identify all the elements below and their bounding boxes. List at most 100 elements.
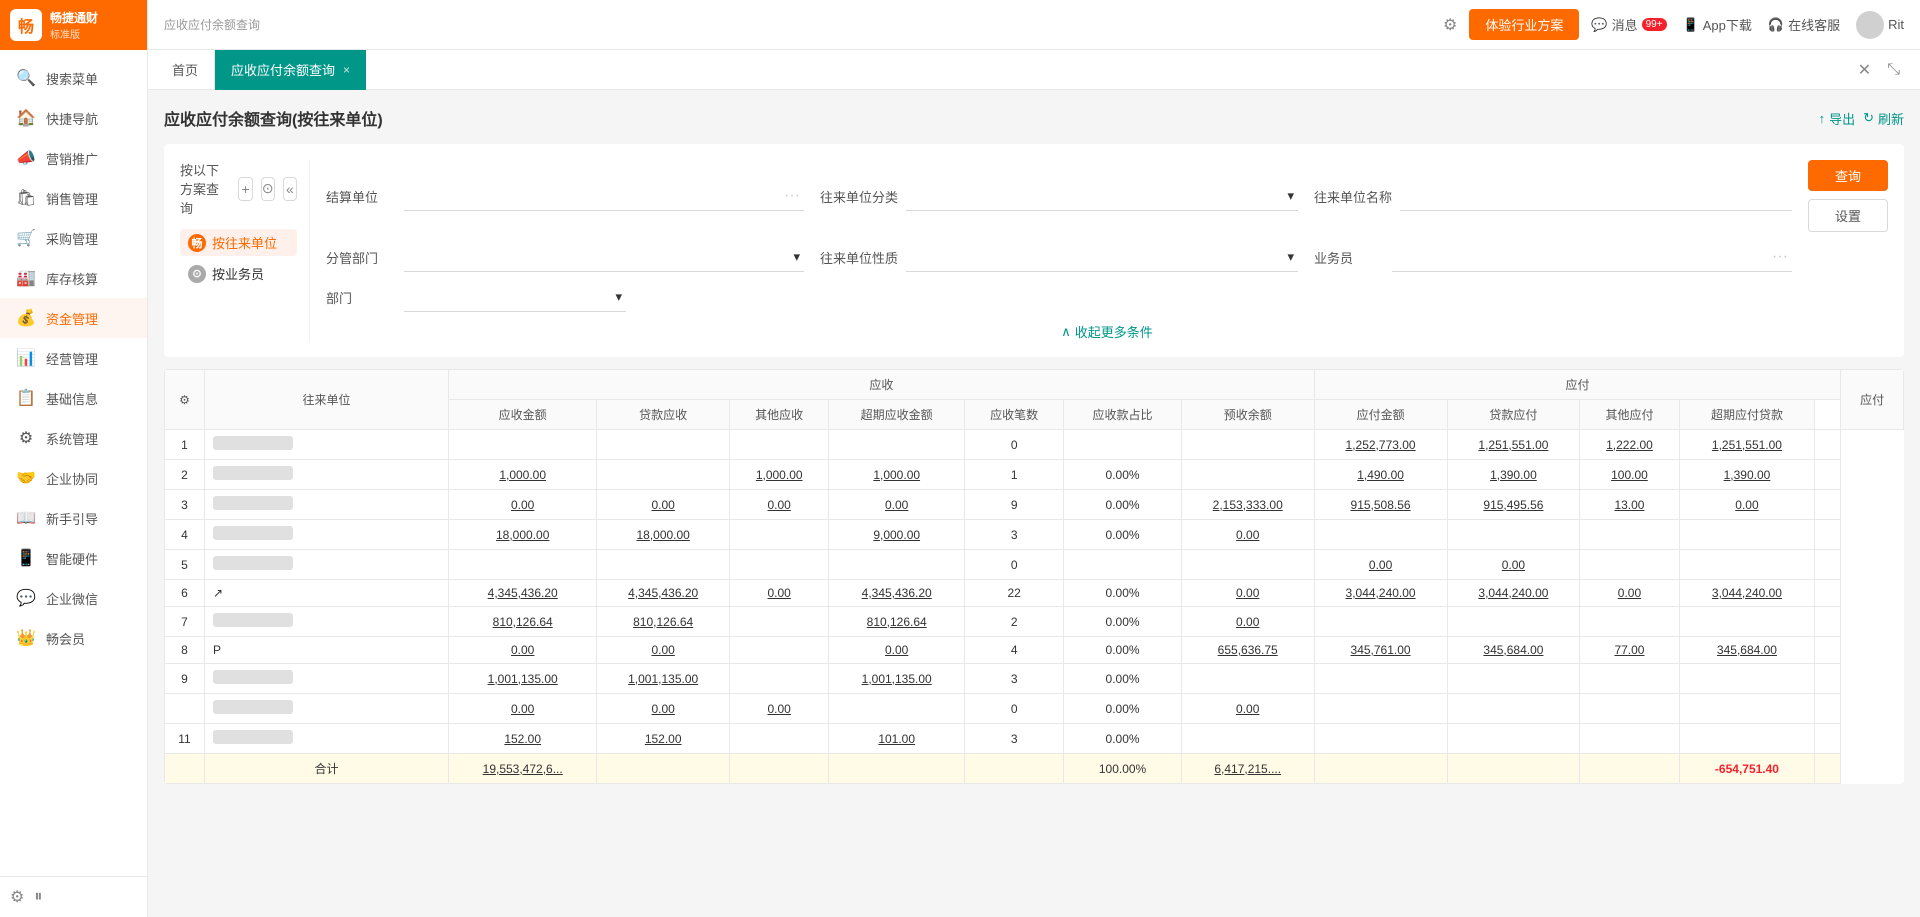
refresh-button[interactable]: ↻ 刷新	[1863, 109, 1904, 128]
total-recv-count	[965, 754, 1064, 784]
add-schema-button[interactable]: +	[238, 177, 252, 201]
total-row: 合计 19,553,472,6... 100.00% 6,417,215....	[165, 754, 1904, 784]
total-recv-overdue	[829, 754, 965, 784]
wechat-icon: 💬	[16, 588, 36, 608]
sidebar-item-vip[interactable]: 👑 畅会员	[0, 618, 147, 658]
total-pay-overdue: -654,751.40	[1679, 754, 1815, 784]
sidebar-item-basic[interactable]: 📋 基础信息	[0, 378, 147, 418]
filter-dept: 部门 ▾	[326, 282, 626, 312]
col-pay-remain: 应付	[1841, 370, 1904, 430]
schema-collapse-button[interactable]: «	[283, 177, 297, 201]
header-breadcrumb: 应收应付余额查询	[164, 16, 1431, 33]
total-prepay-balance[interactable]: 6,417,215....	[1181, 754, 1314, 784]
gear-icon[interactable]: ⚙	[1443, 15, 1457, 35]
settlement-dots-icon: ···	[784, 187, 800, 205]
filter-toolbar: 按以下方案查询 + ⊙ «	[180, 160, 297, 217]
page-title: 应收应付余额查询(按往来单位)	[164, 106, 383, 130]
total-pay-loan	[1447, 754, 1580, 784]
sidebar-item-finance[interactable]: 💰 资金管理	[0, 298, 147, 338]
collapse-sidebar-icon[interactable]: ⏸	[34, 888, 42, 906]
sidebar-item-purchase[interactable]: 🛒 采购管理	[0, 218, 147, 258]
user-avatar-button[interactable]: Rit	[1856, 11, 1904, 39]
query-button[interactable]: 查询	[1808, 160, 1888, 191]
chevron-down-icon: ▾	[1287, 188, 1294, 204]
tab-active[interactable]: 应收应付余额查询 ×	[215, 50, 366, 90]
total-recv-ratio: 100.00%	[1064, 754, 1182, 784]
schema-by-salesperson[interactable]: ⊙ 按业务员	[180, 260, 297, 287]
export-icon: ↑	[1819, 111, 1826, 126]
filter-dept-manage: 分管部门 ▾	[326, 242, 804, 272]
table-row: 418,000.0018,000.009,000.0030.00%0.00	[165, 520, 1904, 550]
sidebar-item-nav[interactable]: 🏠 快捷导航	[0, 98, 147, 138]
tab-home[interactable]: 首页	[156, 50, 215, 90]
dept-select[interactable]: ▾	[404, 282, 626, 312]
tab-close-icon[interactable]: ×	[343, 63, 350, 77]
sidebar-item-search[interactable]: 🔍 搜索菜单	[0, 58, 147, 98]
partner-cell	[205, 490, 449, 520]
total-recv-amount[interactable]: 19,553,472,6...	[449, 754, 597, 784]
sidebar-bottom: ⚙ ⏸	[0, 876, 147, 917]
partner-cell	[205, 520, 449, 550]
sidebar-item-marketing[interactable]: 📣 营销推广	[0, 138, 147, 178]
sidebar-logo: 畅 畅捷通财 标准版	[0, 0, 147, 50]
col-recv-other: 其他应收	[730, 400, 829, 430]
sidebar-item-inventory[interactable]: 🏭 库存核算	[0, 258, 147, 298]
partner-name-input[interactable]	[1400, 181, 1792, 211]
salesperson-dots-icon: ···	[1772, 248, 1788, 266]
inventory-icon: 🏭	[16, 268, 36, 288]
filter-layout: 按以下方案查询 + ⊙ « 畅 按往来单位 ⊙	[180, 160, 1888, 341]
sidebar-item-operation[interactable]: 📊 经营管理	[0, 338, 147, 378]
filter-partner-category: 往来单位分类 ▾	[820, 181, 1298, 211]
table-row: 6↗4,345,436.204,345,436.200.004,345,436.…	[165, 580, 1904, 607]
sidebar-item-sales[interactable]: 🛍 销售管理	[0, 178, 147, 218]
filter-schema-list: 畅 按往来单位 ⊙ 按业务员	[180, 229, 297, 287]
filter-partner-name: 往来单位名称	[1314, 181, 1792, 211]
filter-row-2: 分管部门 ▾ 往来单位性质 ▾	[326, 242, 1888, 272]
partner-cell: ↗	[205, 580, 449, 607]
partner-cell	[205, 550, 449, 580]
partner-category-select[interactable]: ▾	[906, 181, 1298, 211]
app-icon: 📱	[1683, 17, 1699, 33]
collapse-button[interactable]: ∧ 收起更多条件	[326, 322, 1888, 341]
salesperson-input[interactable]: ···	[1392, 242, 1792, 272]
partner-cell	[205, 607, 449, 637]
table-scroll[interactable]: ⚙ 往来单位 应收 应付 应付 应收金额 贷款应收 其他应收 超期应收金额	[164, 369, 1904, 784]
filter-main: 结算单位 ··· 往来单位分类 ▾	[326, 160, 1888, 341]
sidebar-item-system[interactable]: ⚙ 系统管理	[0, 418, 147, 458]
schema-by-partner[interactable]: 畅 按往来单位	[180, 229, 297, 256]
page-content: 应收应付余额查询(按往来单位) ↑ 导出 ↻ 刷新	[148, 90, 1920, 917]
table-card: ⚙ 往来单位 应收 应付 应付 应收金额 贷款应收 其他应收 超期应收金额	[164, 369, 1904, 784]
sidebar-item-wechat[interactable]: 💬 企业微信	[0, 578, 147, 618]
main-content: 首页 应收应付余额查询 × ✕ ⤡ 应收应付余额查询(按往来单位) ↑ 导出	[148, 50, 1920, 917]
partner-cell	[205, 430, 449, 460]
schema-settings-button[interactable]: ⊙	[261, 177, 275, 201]
settings-bottom-icon[interactable]: ⚙	[10, 887, 24, 907]
sidebar-item-hardware[interactable]: 📱 智能硬件	[0, 538, 147, 578]
filter-settlement-unit: 结算单位 ···	[326, 181, 804, 211]
table-row: 101,252,773.001,251,551.001,222.001,251,…	[165, 430, 1904, 460]
message-button[interactable]: 💬 消息 99+	[1591, 15, 1666, 34]
header-actions: 💬 消息 99+ 📱 App下载 🎧 在线客服 Rit	[1591, 11, 1904, 39]
export-button[interactable]: ↑ 导出	[1819, 109, 1856, 128]
partner-nature-select[interactable]: ▾	[906, 242, 1298, 272]
partner-cell	[205, 460, 449, 490]
sidebar-item-guide[interactable]: 📖 新手引导	[0, 498, 147, 538]
sales-icon: 🛍	[16, 188, 36, 208]
col-recv-amount: 应收金额	[449, 400, 597, 430]
basic-icon: 📋	[16, 388, 36, 408]
settings-button[interactable]: 设置	[1808, 199, 1888, 232]
maximize-window-button[interactable]: ⤡	[1883, 56, 1904, 84]
online-service-button[interactable]: 🎧 在线客服	[1768, 15, 1840, 34]
filter-buttons: 查询 设置	[1808, 160, 1888, 232]
sidebar-item-collab[interactable]: 🤝 企业协同	[0, 458, 147, 498]
dept-manage-select[interactable]: ▾	[404, 242, 804, 272]
close-window-button[interactable]: ✕	[1854, 56, 1875, 84]
table-row: 8P0.000.000.0040.00%655,636.75345,761.00…	[165, 637, 1904, 664]
total-pay-remain	[1815, 754, 1841, 784]
trial-button[interactable]: 体验行业方案	[1469, 9, 1579, 40]
settlement-unit-input[interactable]: ···	[404, 181, 804, 211]
col-settings[interactable]: ⚙	[165, 370, 205, 430]
app-download-button[interactable]: 📱 App下载	[1683, 15, 1752, 34]
table-row: 7810,126.64810,126.64810,126.6420.00%0.0…	[165, 607, 1904, 637]
table-row: 0.000.000.0000.00%0.00	[165, 694, 1904, 724]
